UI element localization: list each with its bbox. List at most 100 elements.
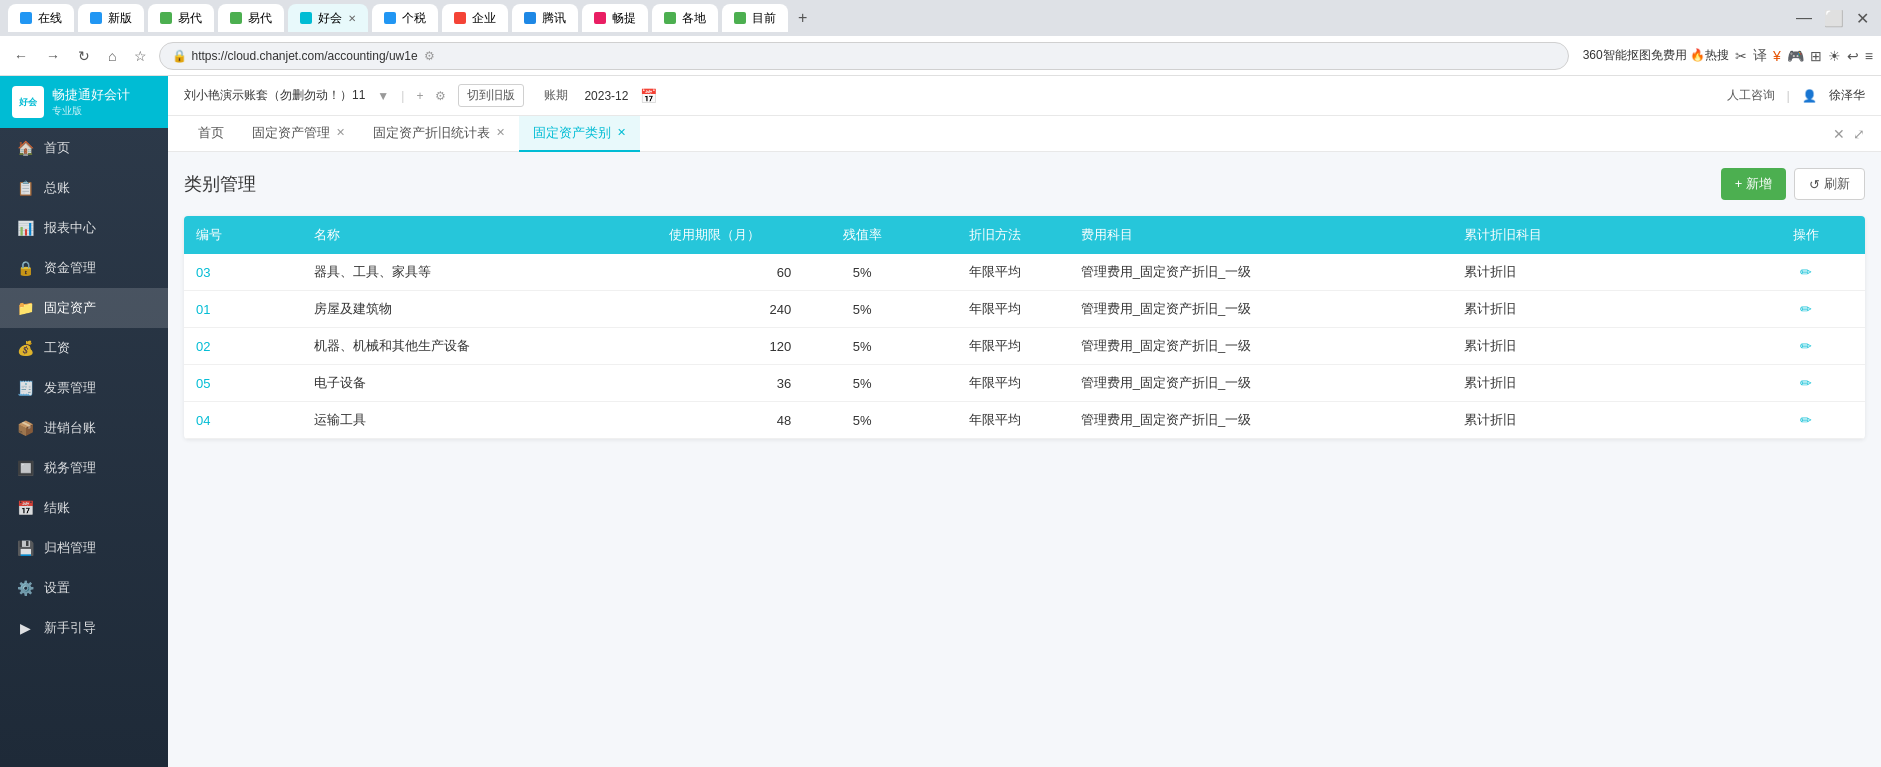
browser-tab-1[interactable]: 新版 (78, 4, 144, 32)
browser-tab-7[interactable]: 腾讯 (512, 4, 578, 32)
row-link[interactable]: 02 (196, 339, 210, 354)
calendar-icon[interactable]: 📅 (640, 88, 657, 104)
switch-version-btn[interactable]: 切到旧版 (458, 84, 524, 107)
home-btn[interactable]: ⌂ (102, 44, 122, 68)
browser-tab-3[interactable]: 易代 (218, 4, 284, 32)
browser-tab-9[interactable]: 各地 (652, 4, 718, 32)
tab-label: 易代 (248, 10, 272, 27)
cell-name: 电子设备 (302, 365, 626, 402)
url-bar[interactable]: 🔒 https://cloud.chanjet.com/accounting/u… (159, 42, 1568, 70)
tab-label: 固定资产管理 (252, 124, 330, 142)
reports-icon: 📊 (16, 219, 34, 237)
grid-icon[interactable]: ⊞ (1810, 48, 1822, 64)
cell-method: 年限平均 (921, 365, 1068, 402)
top-header: 刘小艳演示账套（勿删勿动！）11 ▼ | + ⚙ 切到旧版 账期 2023-12… (168, 76, 1881, 116)
sidebar-item-settings[interactable]: ⚙️ 设置 (0, 568, 168, 608)
cell-name: 运输工具 (302, 402, 626, 439)
refresh-btn[interactable]: ↺ 刷新 (1794, 168, 1865, 200)
history-icon[interactable]: ↩ (1847, 48, 1859, 64)
browser-tab-active[interactable]: 在线 (8, 4, 74, 32)
cell-months: 240 (626, 291, 803, 328)
edit-btn[interactable]: ✏ (1800, 264, 1812, 280)
sidebar-item-label: 税务管理 (44, 459, 96, 477)
sidebar-item-inventory[interactable]: 📦 进销台账 (0, 408, 168, 448)
tab-label: 个税 (402, 10, 426, 27)
table-row: 03 器具、工具、家具等 60 5% 年限平均 管理费用_固定资产折旧_一级 累… (184, 254, 1865, 291)
sidebar-item-close[interactable]: 📅 结账 (0, 488, 168, 528)
cell-name: 房屋及建筑物 (302, 291, 626, 328)
sidebar-item-invoice[interactable]: 🧾 发票管理 (0, 368, 168, 408)
translate-icon[interactable]: 译 (1753, 47, 1767, 65)
back-btn[interactable]: ← (8, 44, 34, 68)
payroll-icon: 💰 (16, 339, 34, 357)
scissors-icon[interactable]: ✂ (1735, 48, 1747, 64)
edit-btn[interactable]: ✏ (1800, 301, 1812, 317)
browser-tab-6[interactable]: 企业 (442, 4, 508, 32)
row-link[interactable]: 03 (196, 265, 210, 280)
close-tab-icon[interactable]: ✕ (336, 126, 345, 139)
page-tab-home[interactable]: 首页 (184, 116, 238, 152)
user-avatar[interactable]: 👤 (1802, 89, 1817, 103)
service-btn[interactable]: 人工咨询 (1727, 87, 1775, 104)
sidebar-item-reports[interactable]: 📊 报表中心 (0, 208, 168, 248)
close-current-tab-icon[interactable]: ✕ (1833, 126, 1845, 142)
inventory-icon: 📦 (16, 419, 34, 437)
sidebar-item-fixed-assets[interactable]: 📁 固定资产 (0, 288, 168, 328)
cell-months: 60 (626, 254, 803, 291)
sidebar-item-guide[interactable]: ▶ 新手引导 (0, 608, 168, 648)
tab-controls: ✕ ⤢ (1833, 126, 1865, 142)
new-tab-btn[interactable]: + (792, 9, 813, 27)
sidebar-item-home[interactable]: 🏠 首页 (0, 128, 168, 168)
page-title-row: 类别管理 + 新增 ↺ 刷新 (184, 168, 1865, 200)
close-tab-icon[interactable]: ✕ (496, 126, 505, 139)
add-account-btn[interactable]: + (416, 89, 423, 103)
reload-btn[interactable]: ↻ (72, 44, 96, 68)
row-link[interactable]: 01 (196, 302, 210, 317)
close-tab-icon[interactable]: ✕ (617, 126, 626, 139)
bookmark-btn[interactable]: ☆ (128, 44, 153, 68)
cell-rate: 5% (803, 254, 921, 291)
tab-label: 易代 (178, 10, 202, 27)
col-header-months: 使用期限（月） (626, 216, 803, 254)
row-link[interactable]: 05 (196, 376, 210, 391)
sidebar-item-ledger[interactable]: 📋 总账 (0, 168, 168, 208)
edit-btn[interactable]: ✏ (1800, 375, 1812, 391)
sidebar-item-label: 首页 (44, 139, 70, 157)
expand-icon[interactable]: ⤢ (1853, 126, 1865, 142)
browser-tab-4[interactable]: 好会 ✕ (288, 4, 368, 32)
sidebar: 好会 畅捷通好会计 专业版 🏠 首页 📋 总账 📊 报表中心 🔒 资金管理 📁 … (0, 76, 168, 767)
page-tab-asset-category[interactable]: 固定资产类别 ✕ (519, 116, 640, 152)
sidebar-logo: 好会 畅捷通好会计 专业版 (0, 76, 168, 128)
edit-btn[interactable]: ✏ (1800, 338, 1812, 354)
cell-code: 04 (184, 402, 302, 439)
sidebar-item-funds[interactable]: 🔒 资金管理 (0, 248, 168, 288)
dropdown-icon[interactable]: ▼ (377, 89, 389, 103)
brightness-icon[interactable]: ☀ (1828, 48, 1841, 64)
sidebar-item-archive[interactable]: 💾 归档管理 (0, 528, 168, 568)
browser-tab-5[interactable]: 个税 (372, 4, 438, 32)
menu-icon[interactable]: ≡ (1865, 48, 1873, 64)
row-link[interactable]: 04 (196, 413, 210, 428)
coupon-icon[interactable]: ¥ (1773, 48, 1781, 64)
browser-tab-10[interactable]: 目前 (722, 4, 788, 32)
ssl-icon: 🔒 (172, 49, 187, 63)
sidebar-item-tax[interactable]: 🔲 税务管理 (0, 448, 168, 488)
site-settings-icon[interactable]: ⚙ (424, 49, 435, 63)
close-tab-icon[interactable]: ✕ (348, 13, 356, 24)
right-panel: 刘小艳演示账套（勿删勿动！）11 ▼ | + ⚙ 切到旧版 账期 2023-12… (168, 76, 1881, 767)
settings-account-btn[interactable]: ⚙ (435, 89, 446, 103)
page-tab-asset-mgmt[interactable]: 固定资产管理 ✕ (238, 116, 359, 152)
sidebar-item-payroll[interactable]: 💰 工资 (0, 328, 168, 368)
add-btn[interactable]: + 新增 (1721, 168, 1786, 200)
game-icon[interactable]: 🎮 (1787, 48, 1804, 64)
browser-tab-8[interactable]: 畅提 (582, 4, 648, 32)
browser-tab-2[interactable]: 易代 (148, 4, 214, 32)
edit-btn[interactable]: ✏ (1800, 412, 1812, 428)
close-btn[interactable]: ✕ (1852, 9, 1873, 28)
sidebar-item-label: 进销台账 (44, 419, 96, 437)
page-tab-depreciation-table[interactable]: 固定资产折旧统计表 ✕ (359, 116, 519, 152)
cell-name: 机器、机械和其他生产设备 (302, 328, 626, 365)
minimize-btn[interactable]: — (1792, 9, 1816, 27)
forward-btn[interactable]: → (40, 44, 66, 68)
maximize-btn[interactable]: ⬜ (1820, 9, 1848, 28)
